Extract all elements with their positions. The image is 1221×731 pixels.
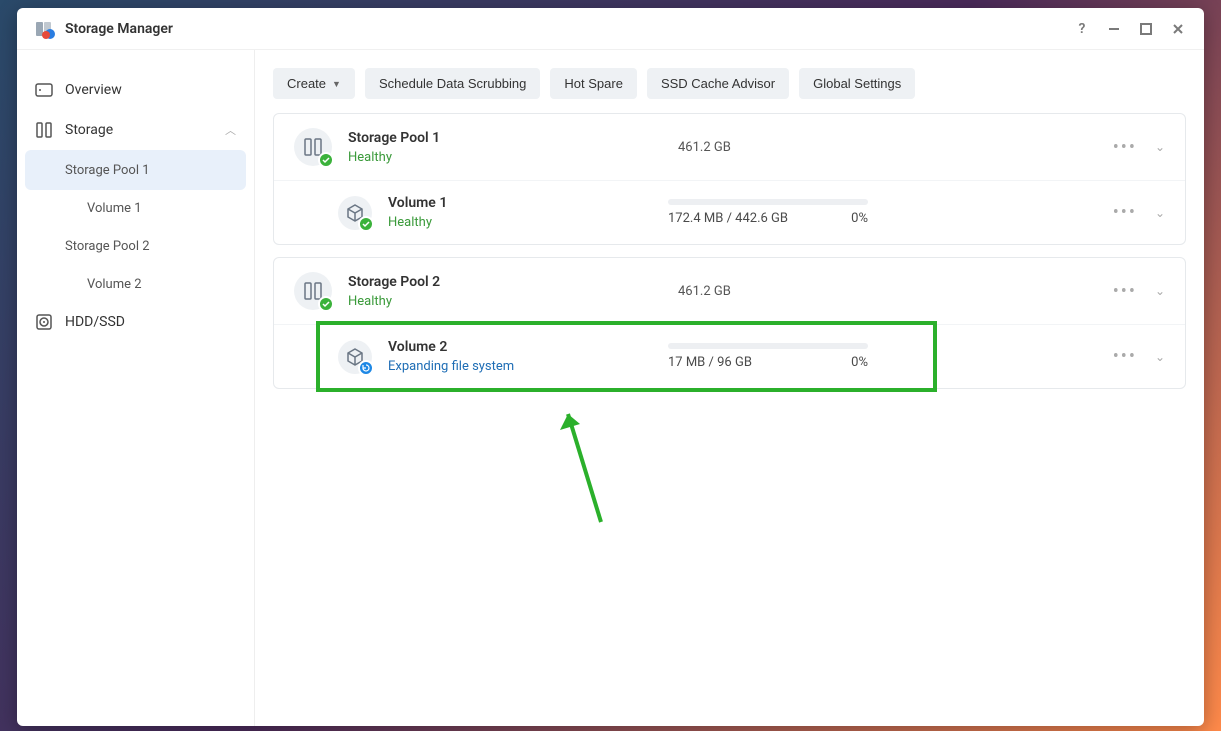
status-badge-ok	[318, 296, 334, 312]
help-button[interactable]: ?	[1066, 13, 1098, 45]
pool-name: Storage Pool 2	[348, 274, 678, 290]
app-window: Storage Manager ? Overview S	[17, 8, 1204, 726]
pool-icon	[294, 128, 332, 166]
storage-pool-2-row[interactable]: Storage Pool 2 Healthy 461.2 GB ••• ⌄	[274, 258, 1185, 325]
sidebar: Overview Storage ︿ Storage Pool 1 Volume…	[17, 50, 255, 726]
volume-usage-text: 17 MB / 96 GB	[668, 355, 752, 370]
more-actions-icon[interactable]: •••	[1113, 137, 1137, 158]
chevron-up-icon: ︿	[225, 122, 236, 138]
pool-capacity: 461.2 GB	[678, 284, 908, 299]
sidebar-item-label: Storage Pool 1	[65, 163, 150, 178]
pool-status: Healthy	[348, 150, 678, 165]
sidebar-item-overview[interactable]: Overview	[17, 70, 254, 110]
volume-1-row[interactable]: Volume 1 Healthy 172.4 MB / 442.6 GB 0%	[274, 181, 1185, 244]
pool-name: Storage Pool 1	[348, 130, 678, 146]
chevron-down-icon[interactable]: ⌄	[1155, 350, 1165, 364]
usage-bar	[668, 343, 868, 349]
caret-down-icon: ▼	[332, 79, 341, 89]
sidebar-item-label: Volume 2	[87, 277, 142, 292]
storage-pool-1-row[interactable]: Storage Pool 1 Healthy 461.2 GB ••• ⌄	[274, 114, 1185, 181]
storage-pool-1-card: Storage Pool 1 Healthy 461.2 GB ••• ⌄	[273, 113, 1186, 245]
chevron-down-icon[interactable]: ⌄	[1155, 284, 1165, 298]
volume-name: Volume 1	[388, 195, 668, 211]
storage-icon	[35, 121, 53, 139]
sidebar-item-label: Volume 1	[87, 201, 142, 216]
more-actions-icon[interactable]: •••	[1113, 346, 1137, 367]
titlebar: Storage Manager ?	[17, 8, 1204, 50]
usage-bar	[668, 199, 868, 205]
volume-icon	[338, 340, 372, 374]
sidebar-item-hdd-ssd[interactable]: HDD/SSD	[17, 302, 254, 342]
sidebar-item-volume-2[interactable]: Volume 2	[17, 266, 254, 302]
sidebar-item-label: Storage Pool 2	[65, 239, 150, 254]
status-badge-ok	[318, 152, 334, 168]
sidebar-item-storage-pool-2[interactable]: Storage Pool 2	[17, 226, 254, 266]
chevron-down-icon[interactable]: ⌄	[1155, 206, 1165, 220]
more-actions-icon[interactable]: •••	[1113, 281, 1137, 302]
ssd-cache-advisor-button[interactable]: SSD Cache Advisor	[647, 68, 789, 99]
sidebar-item-label: Overview	[65, 82, 122, 98]
pool-icon	[294, 272, 332, 310]
sidebar-item-label: Storage	[65, 122, 113, 138]
global-settings-button[interactable]: Global Settings	[799, 68, 915, 99]
volume-icon	[338, 196, 372, 230]
toolbar: Create ▼ Schedule Data Scrubbing Hot Spa…	[273, 68, 1186, 99]
sidebar-item-storage-pool-1[interactable]: Storage Pool 1	[25, 150, 246, 190]
chevron-down-icon[interactable]: ⌄	[1155, 140, 1165, 154]
close-button[interactable]	[1162, 13, 1194, 45]
volume-usage-text: 172.4 MB / 442.6 GB	[668, 211, 788, 226]
pool-capacity: 461.2 GB	[678, 140, 908, 155]
hot-spare-button[interactable]: Hot Spare	[550, 68, 637, 99]
create-button[interactable]: Create ▼	[273, 68, 355, 99]
volume-percent: 0%	[851, 211, 868, 226]
volume-percent: 0%	[851, 355, 868, 370]
volume-status: Expanding file system	[388, 359, 668, 374]
schedule-scrubbing-button[interactable]: Schedule Data Scrubbing	[365, 68, 540, 99]
pool-status: Healthy	[348, 294, 678, 309]
more-actions-icon[interactable]: •••	[1113, 202, 1137, 223]
sidebar-item-storage[interactable]: Storage ︿	[17, 110, 254, 150]
storage-pool-2-card: Storage Pool 2 Healthy 461.2 GB ••• ⌄	[273, 257, 1186, 389]
minimize-button[interactable]	[1098, 13, 1130, 45]
volume-name: Volume 2	[388, 339, 668, 355]
hdd-icon	[35, 313, 53, 331]
status-badge-sync	[358, 360, 374, 376]
app-icon	[35, 19, 55, 39]
maximize-button[interactable]	[1130, 13, 1162, 45]
status-badge-ok	[358, 216, 374, 232]
main-content: Create ▼ Schedule Data Scrubbing Hot Spa…	[255, 50, 1204, 726]
volume-2-row[interactable]: Volume 2 Expanding file system 17 MB / 9…	[274, 325, 1185, 388]
volume-status: Healthy	[388, 215, 668, 230]
sidebar-item-label: HDD/SSD	[65, 314, 125, 330]
window-body: Overview Storage ︿ Storage Pool 1 Volume…	[17, 50, 1204, 726]
app-title: Storage Manager	[65, 21, 173, 37]
sidebar-item-volume-1[interactable]: Volume 1	[17, 190, 254, 226]
overview-icon	[35, 81, 53, 99]
